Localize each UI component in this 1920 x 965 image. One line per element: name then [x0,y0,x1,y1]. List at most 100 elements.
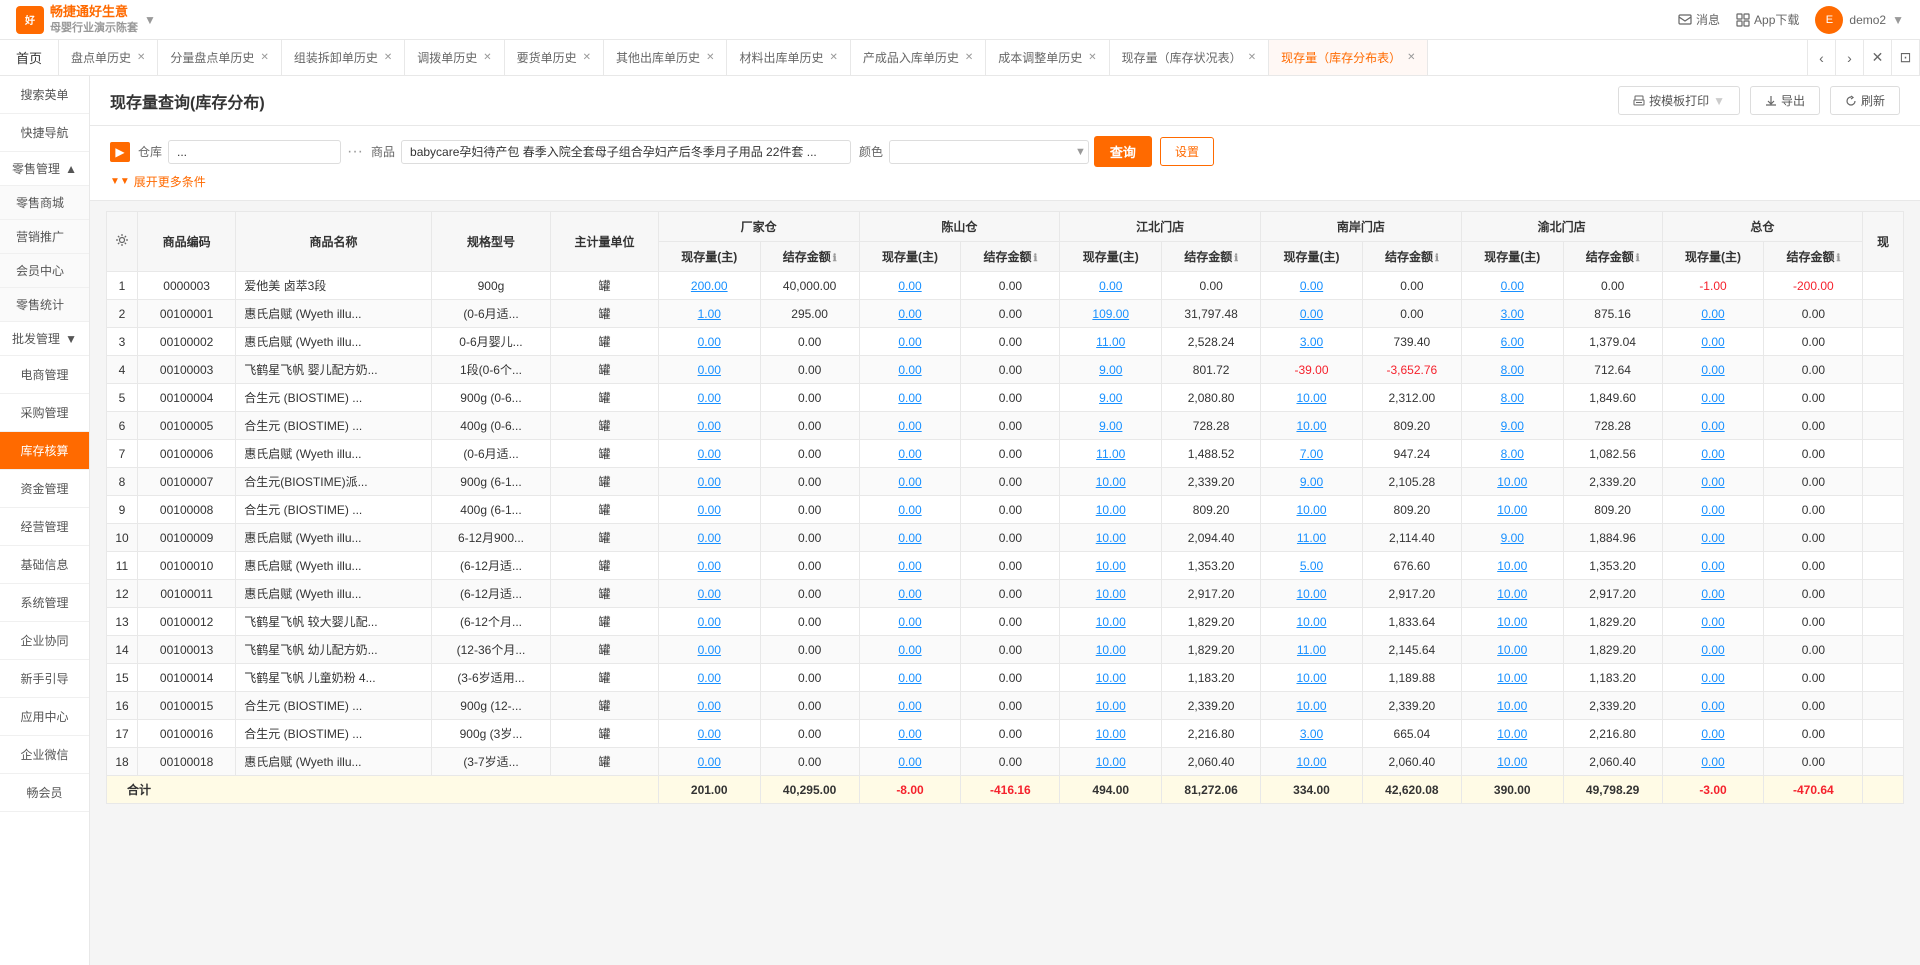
row-total-stock[interactable]: 0.00 [1662,664,1764,692]
query-btn[interactable]: 查询 [1094,136,1152,167]
row-factory-stock[interactable]: 0.00 [658,356,760,384]
row-total-stock[interactable]: 0.00 [1662,692,1764,720]
row-factory-stock[interactable]: 0.00 [658,552,760,580]
row-total-stock[interactable]: 0.00 [1662,300,1764,328]
row-factory-stock[interactable]: 0.00 [658,440,760,468]
row-chenshan-stock[interactable]: 0.00 [859,328,961,356]
sidebar-item-inventory[interactable]: 库存核算 [0,432,89,470]
row-jiangbei-stock[interactable]: 11.00 [1060,328,1162,356]
row-yubeimen-stock[interactable]: 6.00 [1461,328,1563,356]
row-yubeimen-stock[interactable]: 3.00 [1461,300,1563,328]
tab-close[interactable]: ✕ [706,52,714,63]
dropdown-icon[interactable]: ▼ [144,13,156,27]
row-total-stock[interactable]: 0.00 [1662,384,1764,412]
sidebar-item-wholesale[interactable]: 批发管理 ▼ [0,322,89,356]
sidebar-item-basic[interactable]: 基础信息 [0,546,89,584]
row-total-stock[interactable]: 0.00 [1662,440,1764,468]
row-chenshan-stock[interactable]: 0.00 [859,748,961,776]
row-factory-stock[interactable]: 0.00 [658,580,760,608]
row-yubeimen-stock[interactable]: 10.00 [1461,496,1563,524]
info-icon[interactable]: ℹ [1234,253,1238,264]
row-chenshan-stock[interactable]: 0.00 [859,440,961,468]
tab-adjust[interactable]: 调拨单历史 ✕ [405,40,504,75]
tab-expand-btn[interactable]: ⊡ [1892,40,1920,76]
row-total-stock[interactable]: 0.00 [1662,636,1764,664]
row-yubeimen-stock[interactable]: 10.00 [1461,636,1563,664]
sidebar-item-app-center[interactable]: 应用中心 [0,698,89,736]
row-nanan-stock[interactable]: 10.00 [1261,664,1363,692]
filter-collapse-btn[interactable]: ▶ [110,142,130,162]
row-yubeimen-stock[interactable]: 10.00 [1461,608,1563,636]
row-jiangbei-stock[interactable]: 10.00 [1060,552,1162,580]
row-jiangbei-stock[interactable]: 10.00 [1060,580,1162,608]
row-chenshan-stock[interactable]: 0.00 [859,608,961,636]
sidebar-item-members[interactable]: 畅会员 [0,774,89,812]
row-total-stock[interactable]: 0.00 [1662,552,1764,580]
tab-close[interactable]: ✕ [965,52,973,63]
row-factory-stock[interactable]: 0.00 [658,384,760,412]
row-jiangbei-stock[interactable]: 109.00 [1060,300,1162,328]
sidebar-item-new-guide[interactable]: 新手引导 [0,660,89,698]
row-factory-stock[interactable]: 200.00 [658,272,760,300]
row-nanan-stock[interactable]: -39.00 [1261,356,1363,384]
row-nanan-stock[interactable]: 3.00 [1261,720,1363,748]
row-jiangbei-stock[interactable]: 10.00 [1060,692,1162,720]
row-chenshan-stock[interactable]: 0.00 [859,580,961,608]
tab-material-out[interactable]: 材料出库单历史 ✕ [727,40,850,75]
row-chenshan-stock[interactable]: 0.00 [859,412,961,440]
row-total-stock[interactable]: 0.00 [1662,468,1764,496]
row-nanan-stock[interactable]: 10.00 [1261,608,1363,636]
row-jiangbei-stock[interactable]: 10.00 [1060,608,1162,636]
sidebar-item-search[interactable]: 搜索英单 [0,76,89,114]
info-icon[interactable]: ℹ [1435,253,1439,264]
row-nanan-stock[interactable]: 10.00 [1261,692,1363,720]
sidebar-item-retail-mgmt[interactable]: 零售管理 ▲ [0,152,89,186]
tab-close[interactable]: ✕ [1248,52,1256,63]
row-total-stock[interactable]: 0.00 [1662,580,1764,608]
row-total-stock[interactable]: 0.00 [1662,356,1764,384]
row-nanan-stock[interactable]: 0.00 [1261,272,1363,300]
user-area[interactable]: E demo2 ▼ [1815,6,1904,34]
tab-close[interactable]: ✕ [483,52,491,63]
row-yubeimen-stock[interactable]: 10.00 [1461,692,1563,720]
info-icon[interactable]: ℹ [1033,253,1037,264]
row-factory-stock[interactable]: 0.00 [658,664,760,692]
tab-inventory-single[interactable]: 盘点单历史 ✕ [59,40,158,75]
tab-prev-btn[interactable]: ‹ [1808,40,1836,76]
sidebar-item-finance[interactable]: 资金管理 [0,470,89,508]
row-yubeimen-stock[interactable]: 9.00 [1461,524,1563,552]
row-total-stock[interactable]: 0.00 [1662,720,1764,748]
warehouse-dots[interactable]: ··· [347,143,363,161]
row-factory-stock[interactable]: 0.00 [658,468,760,496]
settings-btn[interactable]: 设置 [1160,137,1214,166]
row-chenshan-stock[interactable]: 0.00 [859,272,961,300]
row-yubeimen-stock[interactable]: 9.00 [1461,412,1563,440]
sidebar-sub-member[interactable]: 会员中心 [0,254,89,288]
row-factory-stock[interactable]: 0.00 [658,412,760,440]
tab-inventory-multi[interactable]: 分量盘点单历史 ✕ [158,40,281,75]
refresh-btn[interactable]: 刷新 [1830,86,1900,115]
tab-order[interactable]: 要货单历史 ✕ [505,40,604,75]
row-factory-stock[interactable]: 0.00 [658,692,760,720]
row-nanan-stock[interactable]: 10.00 [1261,412,1363,440]
row-chenshan-stock[interactable]: 0.00 [859,356,961,384]
row-yubeimen-stock[interactable]: 10.00 [1461,664,1563,692]
row-chenshan-stock[interactable]: 0.00 [859,720,961,748]
row-nanan-stock[interactable]: 0.00 [1261,300,1363,328]
row-chenshan-stock[interactable]: 0.00 [859,468,961,496]
row-yubeimen-stock[interactable]: 10.00 [1461,720,1563,748]
row-factory-stock[interactable]: 0.00 [658,720,760,748]
tab-close[interactable]: ✕ [583,52,591,63]
row-jiangbei-stock[interactable]: 9.00 [1060,356,1162,384]
row-yubeimen-stock[interactable]: 0.00 [1461,272,1563,300]
tab-close[interactable]: ✕ [137,52,145,63]
tab-other-out[interactable]: 其他出库单历史 ✕ [604,40,727,75]
row-nanan-stock[interactable]: 10.00 [1261,496,1363,524]
row-jiangbei-stock[interactable]: 11.00 [1060,440,1162,468]
row-chenshan-stock[interactable]: 0.00 [859,552,961,580]
row-yubeimen-stock[interactable]: 8.00 [1461,384,1563,412]
sidebar-sub-retail-shop[interactable]: 零售商城 [0,186,89,220]
tab-cost-adjust[interactable]: 成本调整单历史 ✕ [986,40,1109,75]
row-yubeimen-stock[interactable]: 8.00 [1461,356,1563,384]
export-btn[interactable]: 导出 [1750,86,1820,115]
